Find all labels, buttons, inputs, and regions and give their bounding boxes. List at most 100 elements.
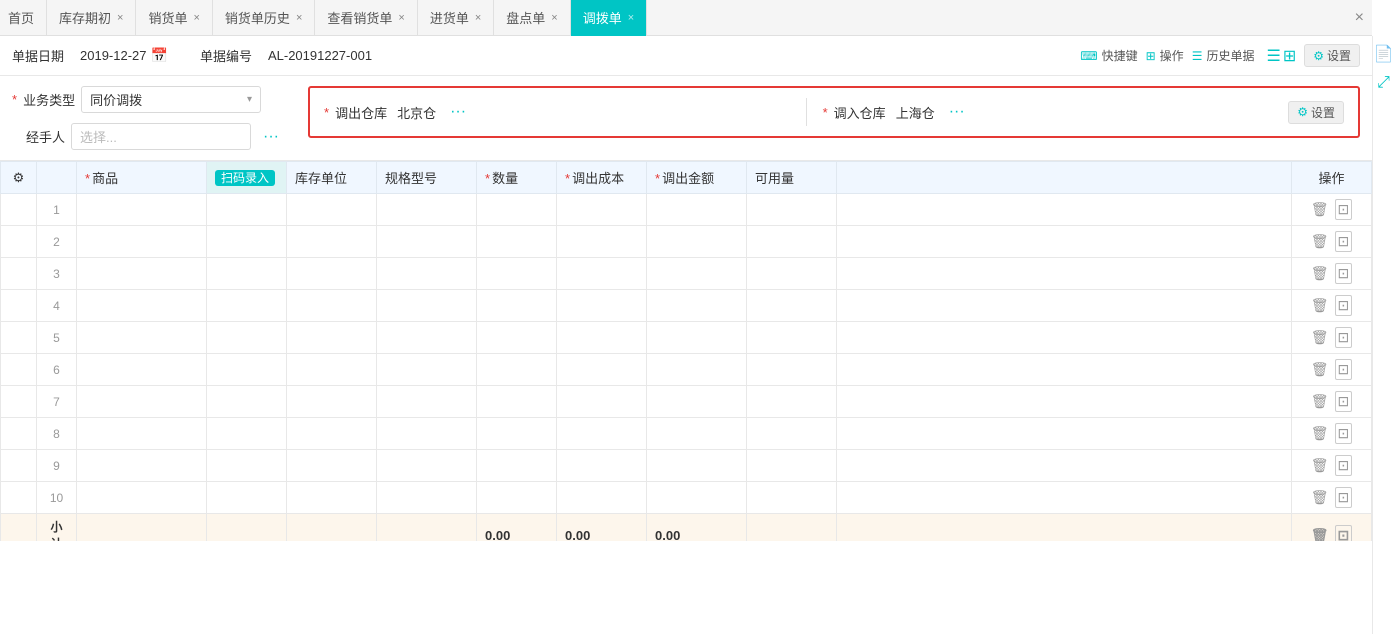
person-dropdown[interactable]: 选择... bbox=[71, 123, 251, 150]
row-qty-cell[interactable] bbox=[477, 226, 557, 258]
row-cost-cell[interactable] bbox=[557, 354, 647, 386]
copy-icon[interactable]: ⊡ bbox=[1335, 525, 1353, 542]
warehouse-in-more-icon[interactable]: ··· bbox=[949, 103, 965, 121]
row-goods-cell[interactable] bbox=[77, 290, 207, 322]
delete-icon[interactable]: 🗑 bbox=[1311, 527, 1329, 542]
row-spec-cell[interactable] bbox=[377, 226, 477, 258]
row-spec-cell[interactable] bbox=[377, 322, 477, 354]
row-amount-cell[interactable] bbox=[647, 322, 747, 354]
row-goods-cell[interactable] bbox=[77, 322, 207, 354]
row-qty-cell[interactable] bbox=[477, 354, 557, 386]
copy-icon[interactable]: ⊡ bbox=[1335, 231, 1353, 252]
copy-icon[interactable]: ⊡ bbox=[1335, 199, 1353, 220]
tab-inventory-check[interactable]: 盘点单× bbox=[494, 0, 570, 36]
row-gear-cell[interactable] bbox=[1, 290, 37, 322]
row-cost-cell[interactable] bbox=[557, 322, 647, 354]
row-gear-cell[interactable] bbox=[1, 194, 37, 226]
row-amount-cell[interactable] bbox=[647, 482, 747, 514]
tab-close-transfer-order[interactable]: × bbox=[628, 12, 634, 24]
row-gear-cell[interactable] bbox=[1, 450, 37, 482]
copy-icon[interactable]: ⊡ bbox=[1335, 455, 1353, 476]
delete-icon[interactable]: 🗑 bbox=[1311, 393, 1329, 410]
row-amount-cell[interactable] bbox=[647, 226, 747, 258]
row-gear-cell[interactable] bbox=[1, 354, 37, 386]
copy-icon[interactable]: ⊡ bbox=[1335, 263, 1353, 284]
row-unit-cell[interactable] bbox=[287, 258, 377, 290]
col-gear-header[interactable]: ⚙ bbox=[1, 162, 37, 194]
delete-icon[interactable]: 🗑 bbox=[1311, 297, 1329, 314]
row-spec-cell[interactable] bbox=[377, 194, 477, 226]
row-amount-cell[interactable] bbox=[647, 258, 747, 290]
tab-inventory-init[interactable]: 库存期初× bbox=[47, 0, 136, 36]
tab-sales-order[interactable]: 销货单× bbox=[136, 0, 212, 36]
row-gear-cell[interactable] bbox=[1, 386, 37, 418]
warehouse-out-more-icon[interactable]: ··· bbox=[450, 103, 466, 121]
tab-close-inventory-init[interactable]: × bbox=[117, 12, 123, 24]
row-spec-cell[interactable] bbox=[377, 290, 477, 322]
row-amount-cell[interactable] bbox=[647, 354, 747, 386]
row-qty-cell[interactable] bbox=[477, 322, 557, 354]
copy-icon[interactable]: ⊡ bbox=[1335, 391, 1353, 412]
tab-close-sales-history[interactable]: × bbox=[296, 12, 302, 24]
row-unit-cell[interactable] bbox=[287, 290, 377, 322]
row-cost-cell[interactable] bbox=[557, 482, 647, 514]
delete-icon[interactable]: 🗑 bbox=[1311, 361, 1329, 378]
row-unit-cell[interactable] bbox=[287, 386, 377, 418]
row-qty-cell[interactable] bbox=[477, 418, 557, 450]
operations-button[interactable]: ⊞ 操作 bbox=[1146, 47, 1184, 64]
row-qty-cell[interactable] bbox=[477, 482, 557, 514]
window-close-button[interactable]: × bbox=[1355, 9, 1364, 27]
tab-close-sales-order[interactable]: × bbox=[193, 12, 199, 24]
row-goods-cell[interactable] bbox=[77, 386, 207, 418]
row-spec-cell[interactable] bbox=[377, 258, 477, 290]
row-cost-cell[interactable] bbox=[557, 226, 647, 258]
tab-close-purchase-order[interactable]: × bbox=[475, 12, 481, 24]
row-cost-cell[interactable] bbox=[557, 194, 647, 226]
warehouse-settings-button[interactable]: ⚙ 设置 bbox=[1288, 101, 1344, 124]
date-picker[interactable]: 2019-12-27 📅 bbox=[80, 47, 168, 64]
row-qty-cell[interactable] bbox=[477, 290, 557, 322]
row-goods-cell[interactable] bbox=[77, 450, 207, 482]
business-type-dropdown[interactable]: 同价调拨 ▾ bbox=[81, 86, 261, 113]
layout-grid-icon[interactable]: ⊞ bbox=[1283, 46, 1296, 66]
row-goods-cell[interactable] bbox=[77, 482, 207, 514]
person-more-icon[interactable]: ··· bbox=[263, 128, 279, 146]
delete-icon[interactable]: 🗑 bbox=[1311, 233, 1329, 250]
row-unit-cell[interactable] bbox=[287, 482, 377, 514]
calendar-icon[interactable]: 📅 bbox=[151, 47, 168, 64]
row-amount-cell[interactable] bbox=[647, 194, 747, 226]
row-unit-cell[interactable] bbox=[287, 226, 377, 258]
row-unit-cell[interactable] bbox=[287, 450, 377, 482]
delete-icon[interactable]: 🗑 bbox=[1311, 489, 1329, 506]
row-spec-cell[interactable] bbox=[377, 418, 477, 450]
delete-icon[interactable]: 🗑 bbox=[1311, 425, 1329, 442]
row-spec-cell[interactable] bbox=[377, 450, 477, 482]
row-cost-cell[interactable] bbox=[557, 386, 647, 418]
row-gear-cell[interactable] bbox=[1, 482, 37, 514]
delete-icon[interactable]: 🗑 bbox=[1311, 265, 1329, 282]
row-amount-cell[interactable] bbox=[647, 290, 747, 322]
row-gear-cell[interactable] bbox=[1, 322, 37, 354]
tab-transfer-order[interactable]: 调拨单× bbox=[571, 0, 647, 36]
row-qty-cell[interactable] bbox=[477, 386, 557, 418]
row-qty-cell[interactable] bbox=[477, 194, 557, 226]
sidebar-expand-icon[interactable]: ⤢ bbox=[1377, 70, 1390, 96]
history-button[interactable]: ☰ 历史单据 bbox=[1192, 47, 1255, 64]
copy-icon[interactable]: ⊡ bbox=[1335, 487, 1353, 508]
shortcuts-button[interactable]: ⌨ 快捷键 bbox=[1080, 47, 1137, 64]
copy-icon[interactable]: ⊡ bbox=[1335, 327, 1353, 348]
tab-close-view-sales[interactable]: × bbox=[398, 12, 404, 24]
row-qty-cell[interactable] bbox=[477, 258, 557, 290]
delete-icon[interactable]: 🗑 bbox=[1311, 329, 1329, 346]
delete-icon[interactable]: 🗑 bbox=[1311, 457, 1329, 474]
row-spec-cell[interactable] bbox=[377, 482, 477, 514]
row-cost-cell[interactable] bbox=[557, 290, 647, 322]
row-amount-cell[interactable] bbox=[647, 450, 747, 482]
row-gear-cell[interactable] bbox=[1, 418, 37, 450]
row-unit-cell[interactable] bbox=[287, 354, 377, 386]
row-unit-cell[interactable] bbox=[287, 418, 377, 450]
settings-button[interactable]: ⚙ 设置 bbox=[1304, 44, 1360, 67]
row-cost-cell[interactable] bbox=[557, 450, 647, 482]
layout-list-icon[interactable]: ☰ bbox=[1266, 46, 1280, 66]
row-gear-cell[interactable] bbox=[1, 258, 37, 290]
